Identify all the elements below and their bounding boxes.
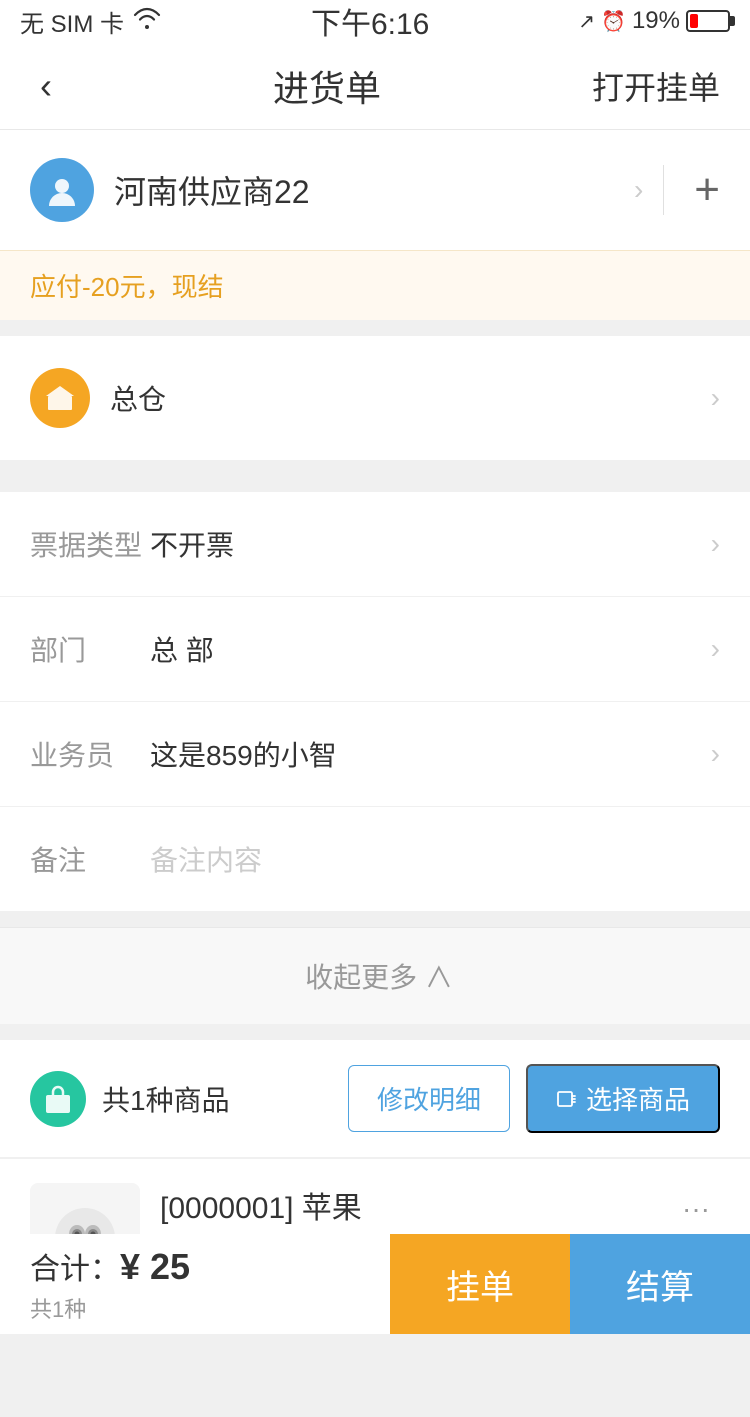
battery-icon: [686, 10, 730, 32]
open-hang-button[interactable]: 打开挂单: [592, 63, 720, 109]
section-divider-2: [0, 476, 750, 492]
collapse-label: 收起更多 ∧: [305, 956, 453, 996]
salesperson-label: 业务员: [30, 734, 150, 774]
salesperson-value: 这是859的小智: [150, 734, 711, 774]
total-amount: ¥ 25: [120, 1246, 190, 1287]
vertical-divider: [663, 165, 664, 215]
supplier-chevron-icon: ›: [634, 174, 643, 206]
supplier-warning: 应付-20元，现结: [0, 250, 750, 320]
supplier-name: 河南供应商22: [114, 167, 634, 213]
status-bar: 无 SIM 卡 下午6:16 ↗ ⏰ 19%: [0, 0, 750, 42]
location-icon: ↗: [578, 9, 595, 34]
wifi-icon: [132, 7, 162, 36]
select-product-button[interactable]: 选择商品: [526, 1064, 720, 1133]
product-header: 共1种商品 修改明细 选择商品: [0, 1040, 750, 1157]
warehouse-chevron-icon: ›: [711, 382, 720, 414]
invoice-chevron-icon: ›: [711, 528, 720, 560]
status-right: ↗ ⏰ 19%: [578, 7, 730, 35]
supplier-row[interactable]: 河南供应商22 › +: [0, 130, 750, 250]
total-section: 合计：¥ 25 共1种: [0, 1244, 390, 1324]
back-button[interactable]: ‹: [30, 55, 62, 117]
salesperson-chevron-icon: ›: [711, 738, 720, 770]
carrier-text: 无 SIM 卡: [20, 4, 124, 39]
select-product-label: 选择商品: [586, 1080, 690, 1117]
total-label: 合计：: [30, 1253, 120, 1286]
department-label: 部门: [30, 629, 150, 669]
section-divider-3: [0, 1024, 750, 1040]
time-display: 下午6:16: [311, 0, 429, 43]
nav-bar: ‹ 进货单 打开挂单: [0, 42, 750, 130]
remark-placeholder: 备注内容: [150, 839, 720, 879]
status-left: 无 SIM 卡: [20, 4, 162, 39]
total-amount-line: 合计：¥ 25: [30, 1244, 360, 1288]
department-chevron-icon: ›: [711, 633, 720, 665]
warehouse-section: 总仓 ›: [0, 336, 750, 460]
section-divider-1: [0, 320, 750, 336]
invoice-type-label: 票据类型: [30, 524, 150, 564]
product-code: [0000001]: [160, 1192, 302, 1225]
total-count: 共1种: [30, 1292, 360, 1324]
page-title: 进货单: [273, 60, 381, 112]
product-name: [0000001] 苹果: [160, 1183, 652, 1227]
supplier-section: 河南供应商22 › + 应付-20元，现结: [0, 130, 750, 320]
supplier-avatar: [30, 158, 94, 222]
bottom-bar: 合计：¥ 25 共1种 挂单 结算: [0, 1234, 750, 1334]
collapse-bar[interactable]: 收起更多 ∧: [0, 927, 750, 1024]
product-title: 苹果: [302, 1192, 362, 1225]
product-bag-icon: [30, 1071, 86, 1127]
department-row[interactable]: 部门 总 部 ›: [0, 597, 750, 702]
battery-percent: 19%: [632, 7, 680, 35]
remark-label: 备注: [30, 839, 150, 879]
invoice-type-row[interactable]: 票据类型 不开票 ›: [0, 492, 750, 597]
product-more-button[interactable]: ···: [672, 1183, 720, 1235]
invoice-type-value: 不开票: [150, 524, 711, 564]
warehouse-row[interactable]: 总仓 ›: [0, 336, 750, 460]
main-content: 河南供应商22 › + 应付-20元，现结 总仓 › 票据类型 不开票 ›: [0, 130, 750, 1417]
warehouse-icon: [30, 368, 90, 428]
alarm-icon: ⏰: [601, 9, 626, 34]
department-value: 总 部: [150, 629, 711, 669]
checkout-button[interactable]: 结算: [570, 1234, 750, 1334]
add-supplier-button[interactable]: +: [694, 165, 720, 215]
warehouse-name: 总仓: [110, 378, 711, 418]
form-section: 票据类型 不开票 › 部门 总 部 › 业务员 这是859的小智 › 备注 备注…: [0, 492, 750, 911]
modify-detail-button[interactable]: 修改明细: [348, 1065, 510, 1132]
product-count-label: 共1种商品: [102, 1079, 332, 1119]
remark-row[interactable]: 备注 备注内容: [0, 807, 750, 911]
salesperson-row[interactable]: 业务员 这是859的小智 ›: [0, 702, 750, 807]
hang-button[interactable]: 挂单: [390, 1234, 570, 1334]
